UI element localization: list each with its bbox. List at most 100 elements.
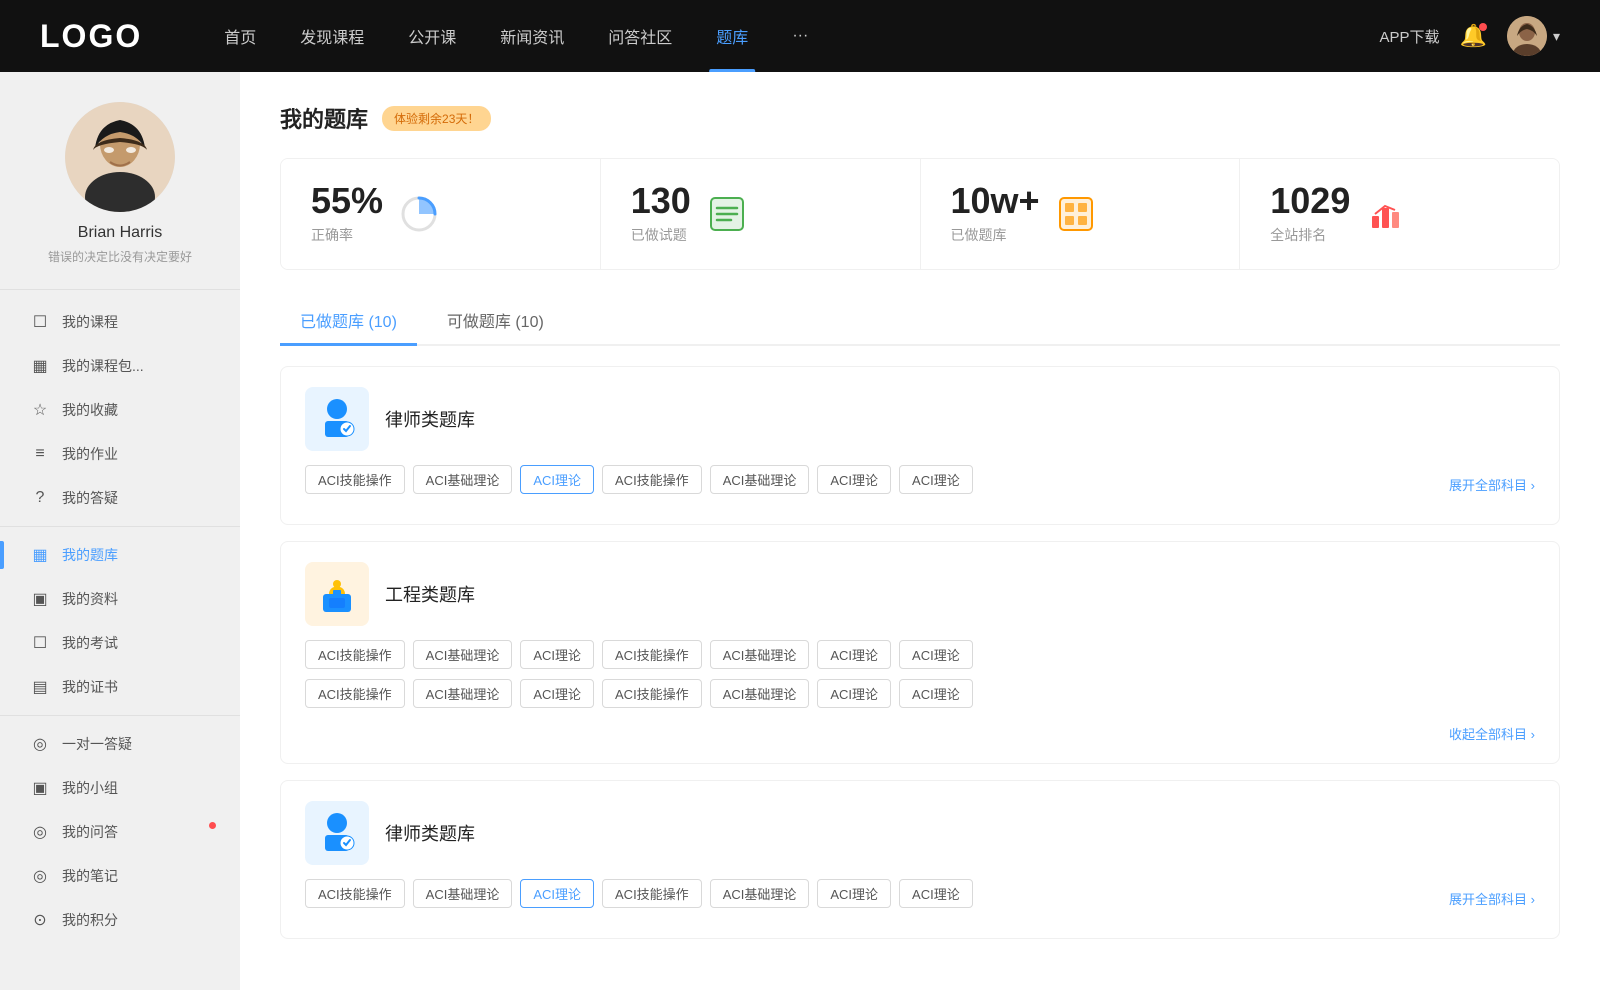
ranking-value: 1029 [1270, 183, 1350, 219]
l2-tag-2[interactable]: ACI理论 [520, 879, 594, 908]
collapse-engineer1[interactable]: 收起全部科目 › [1449, 724, 1535, 743]
sidebar-item-certificate[interactable]: ▤ 我的证书 [0, 665, 240, 709]
sidebar-item-course[interactable]: ☐ 我的课程 [0, 300, 240, 344]
app-download-button[interactable]: APP下载 [1380, 26, 1440, 47]
profile-name: Brian Harris [78, 224, 162, 242]
eng-tag-3[interactable]: ACI技能操作 [602, 640, 702, 669]
eng-tag2-2[interactable]: ACI理论 [520, 679, 594, 708]
eng-tag-6[interactable]: ACI理论 [899, 640, 973, 669]
bank-tags-lawyer1: ACI技能操作 ACI基础理论 ACI理论 ACI技能操作 ACI基础理论 AC… [305, 465, 1449, 494]
questionbank-icon: ▦ [30, 545, 50, 565]
eng-tag2-1[interactable]: ACI基础理论 [413, 679, 513, 708]
tag-5[interactable]: ACI理论 [817, 465, 891, 494]
ranking-icon [1366, 194, 1406, 234]
menu-divider-1 [0, 526, 240, 527]
nav-discover[interactable]: 发现课程 [278, 0, 386, 72]
sidebar-item-questions[interactable]: ◎ 我的问答 [0, 810, 240, 854]
tag-0[interactable]: ACI技能操作 [305, 465, 405, 494]
notification-bell[interactable]: 🔔 [1460, 23, 1487, 49]
profile-avatar [65, 102, 175, 212]
nav-news[interactable]: 新闻资讯 [478, 0, 586, 72]
materials-icon: ▣ [30, 589, 50, 609]
expand-lawyer2[interactable]: 展开全部科目 › [1449, 889, 1535, 908]
course-pkg-icon: ▦ [30, 356, 50, 376]
nav-more[interactable]: ··· [770, 0, 830, 72]
engineer-svg-icon [313, 570, 361, 618]
l2-tag-0[interactable]: ACI技能操作 [305, 879, 405, 908]
sidebar-item-notes[interactable]: ◎ 我的笔记 [0, 854, 240, 898]
done-banks-icon [1056, 194, 1096, 234]
l2-tag-5[interactable]: ACI理论 [817, 879, 891, 908]
nav-home[interactable]: 首页 [202, 0, 278, 72]
bank-icon-lawyer2 [305, 801, 369, 865]
eng-tag-5[interactable]: ACI理论 [817, 640, 891, 669]
l2-tag-3[interactable]: ACI技能操作 [602, 879, 702, 908]
bank-tags-engineer1-row2: ACI技能操作 ACI基础理论 ACI理论 ACI技能操作 ACI基础理论 AC… [305, 679, 1535, 708]
nav-questionbank[interactable]: 题库 [694, 0, 770, 72]
page-header: 我的题库 体验剩余23天！ [280, 102, 1560, 134]
l2-tag-1[interactable]: ACI基础理论 [413, 879, 513, 908]
certificate-icon: ▤ [30, 677, 50, 697]
exam-icon: ☐ [30, 633, 50, 653]
tag-4[interactable]: ACI基础理论 [710, 465, 810, 494]
eng-tag2-6[interactable]: ACI理论 [899, 679, 973, 708]
eng-tag2-0[interactable]: ACI技能操作 [305, 679, 405, 708]
qa-icon: ? [30, 489, 50, 507]
sidebar-item-course-pkg[interactable]: ▦ 我的课程包... [0, 344, 240, 388]
eng-tag-1[interactable]: ACI基础理论 [413, 640, 513, 669]
1on1-icon: ◎ [30, 734, 50, 754]
bank-card-lawyer1-header: 律师类题库 [305, 387, 1535, 451]
eng-tag-2[interactable]: ACI理论 [520, 640, 594, 669]
stat-accuracy: 55% 正确率 [281, 159, 601, 269]
ranking-label: 全站排名 [1270, 225, 1350, 245]
bank-icon-engineer [305, 562, 369, 626]
expand-lawyer1[interactable]: 展开全部科目 › [1449, 475, 1535, 494]
sidebar-item-questionbank[interactable]: ▦ 我的题库 [0, 533, 240, 577]
sidebar-item-points[interactable]: ⊙ 我的积分 [0, 898, 240, 942]
nav-qa[interactable]: 问答社区 [586, 0, 694, 72]
l2-tag-4[interactable]: ACI基础理论 [710, 879, 810, 908]
sidebar: Brian Harris 错误的决定比没有决定要好 ☐ 我的课程 ▦ 我的课程包… [0, 72, 240, 990]
tag-1[interactable]: ACI基础理论 [413, 465, 513, 494]
sidebar-item-exam[interactable]: ☐ 我的考试 [0, 621, 240, 665]
course-icon: ☐ [30, 312, 50, 332]
questions-icon: ◎ [30, 822, 50, 842]
tag-2[interactable]: ACI理论 [520, 465, 594, 494]
sidebar-item-favorites[interactable]: ☆ 我的收藏 [0, 388, 240, 432]
navbar-right: APP下载 🔔 ▾ [1380, 16, 1560, 56]
main-content: 我的题库 体验剩余23天！ 55% 正确率 [240, 72, 1600, 990]
eng-tag-0[interactable]: ACI技能操作 [305, 640, 405, 669]
done-questions-icon [707, 194, 747, 234]
sidebar-item-materials[interactable]: ▣ 我的资料 [0, 577, 240, 621]
bank-card-engineer1-header: 工程类题库 [305, 562, 1535, 626]
eng-tag2-4[interactable]: ACI基础理论 [710, 679, 810, 708]
nav-opencourse[interactable]: 公开课 [386, 0, 478, 72]
page-title: 我的题库 [280, 102, 368, 134]
profile-motto: 错误的决定比没有决定要好 [48, 248, 192, 265]
homework-icon: ≡ [30, 445, 50, 463]
eng-tag2-5[interactable]: ACI理论 [817, 679, 891, 708]
trial-badge: 体验剩余23天！ [382, 106, 491, 131]
sidebar-item-1on1[interactable]: ◎ 一对一答疑 [0, 722, 240, 766]
logo: LOGO [40, 18, 142, 55]
stats-row: 55% 正确率 130 已 [280, 158, 1560, 270]
tag-6[interactable]: ACI理论 [899, 465, 973, 494]
tag-3[interactable]: ACI技能操作 [602, 465, 702, 494]
sidebar-item-homework[interactable]: ≡ 我的作业 [0, 432, 240, 476]
bank-card-lawyer1: 律师类题库 ACI技能操作 ACI基础理论 ACI理论 ACI技能操作 ACI基… [280, 366, 1560, 525]
nav-menu: 首页 发现课程 公开课 新闻资讯 问答社区 题库 ··· [202, 0, 1379, 72]
bank-title-engineer1: 工程类题库 [385, 581, 475, 607]
bank-tags-engineer1-row1: ACI技能操作 ACI基础理论 ACI理论 ACI技能操作 ACI基础理论 AC… [305, 640, 1535, 669]
tab-available-banks[interactable]: 可做题库 (10) [427, 298, 564, 344]
sidebar-item-qa[interactable]: ? 我的答疑 [0, 476, 240, 520]
sidebar-item-group[interactable]: ▣ 我的小组 [0, 766, 240, 810]
bank-card-engineer1: 工程类题库 ACI技能操作 ACI基础理论 ACI理论 ACI技能操作 ACI基… [280, 541, 1560, 764]
tab-done-banks[interactable]: 已做题库 (10) [280, 298, 417, 344]
notes-icon: ◎ [30, 866, 50, 886]
points-icon: ⊙ [30, 910, 50, 930]
eng-tag2-3[interactable]: ACI技能操作 [602, 679, 702, 708]
bank-title-lawyer2: 律师类题库 [385, 820, 475, 846]
user-avatar-menu[interactable]: ▾ [1507, 16, 1560, 56]
eng-tag-4[interactable]: ACI基础理论 [710, 640, 810, 669]
l2-tag-6[interactable]: ACI理论 [899, 879, 973, 908]
